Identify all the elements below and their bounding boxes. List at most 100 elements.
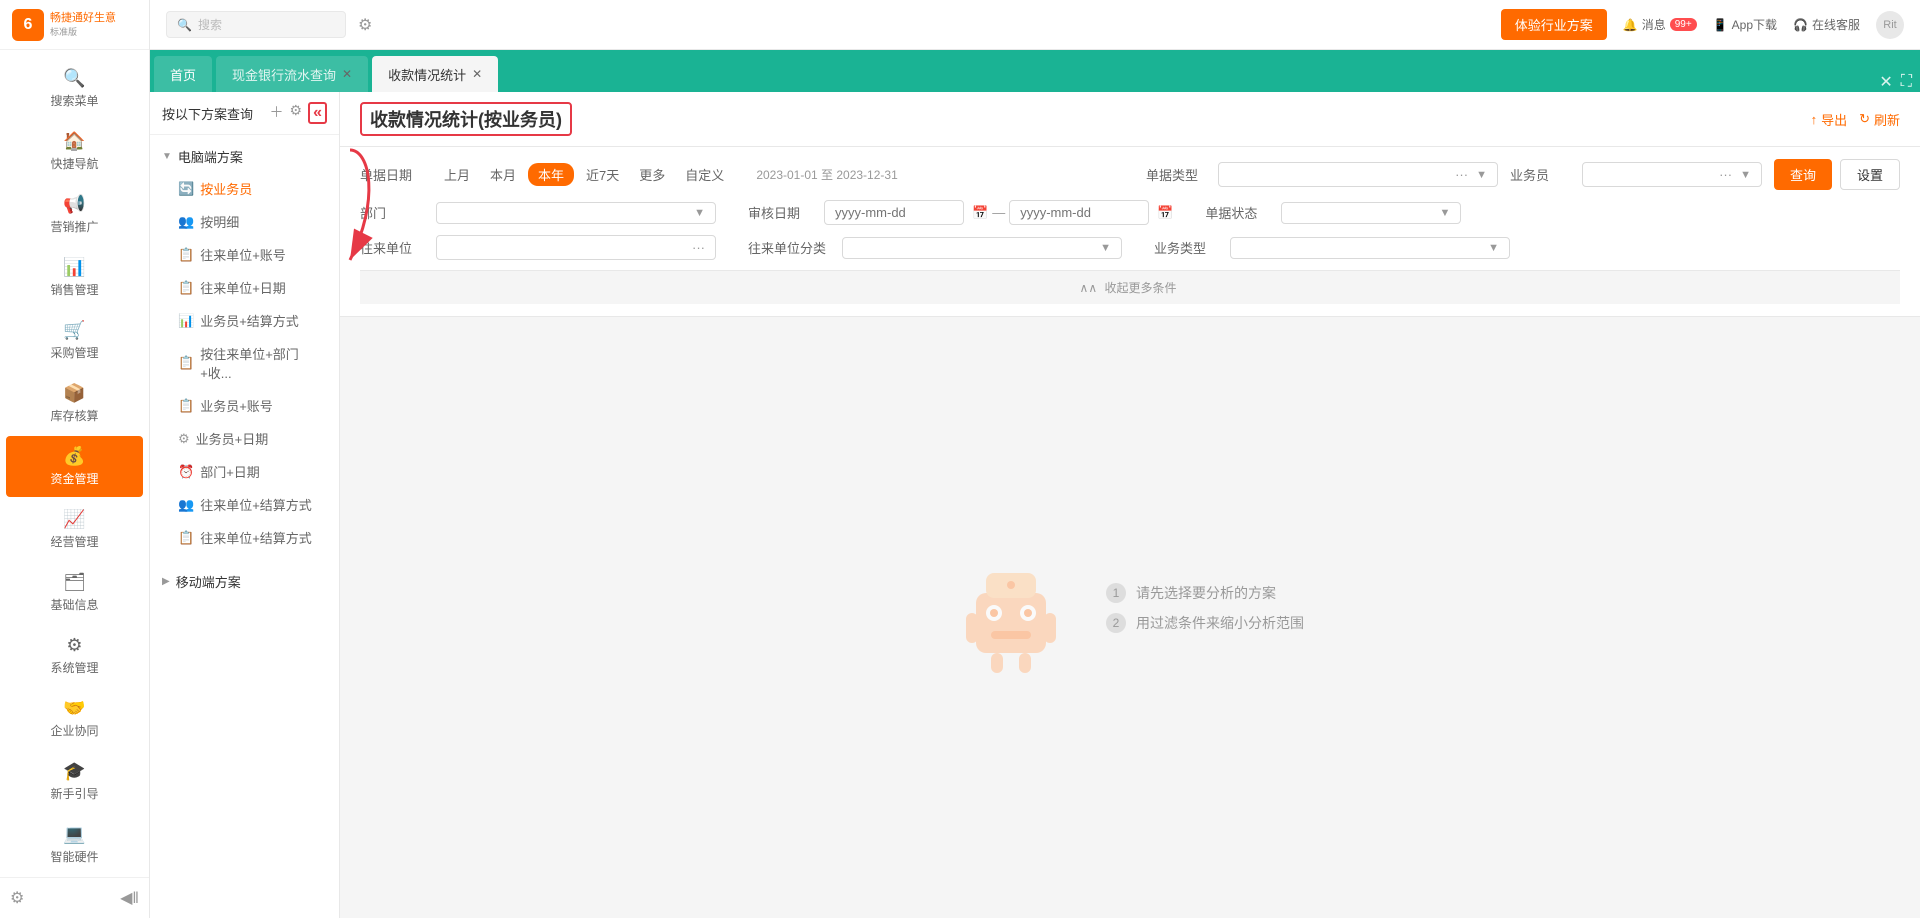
tab-receipt-close[interactable]: ✕ [472,67,482,81]
add-scheme-btn[interactable]: ＋ [270,102,284,124]
date-tab-this-year[interactable]: 本年 [528,163,574,186]
sidebar-item-finance[interactable]: 💰 资金管理 [6,436,143,497]
date-tab-more[interactable]: 更多 [631,163,673,186]
sidebar-item-inventory[interactable]: 📦 库存核算 [6,373,143,434]
sidebar-item-operation[interactable]: 📈 经营管理 [6,499,143,560]
sidebar-nav: 🔍 搜索菜单 🏠 快捷导航 📢 营销推广 📊 销售管理 🛒 采购管理 📦 库存核… [0,50,149,877]
finance-nav-icon: 💰 [63,446,85,467]
user-avatar[interactable]: Rit [1876,11,1904,39]
basic-nav-icon: 🗂 [63,572,86,593]
tab-home[interactable]: 首页 [154,56,212,92]
bill-status-arrow: ▼ [1439,207,1450,219]
inventory-nav-label: 库存核算 [50,407,98,424]
sidebar-item-sales[interactable]: 📊 销售管理 [6,247,143,308]
tab-expand-btn[interactable]: ⛶ [1901,73,1912,91]
date-tabs: 上月 本月 本年 近7天 更多 自定义 [436,163,732,186]
dept-select[interactable]: ▼ [436,202,716,224]
scheme-item-dept-date[interactable]: ⏰ 部门+日期 [150,455,339,488]
scheme-icon-unit-settle1: 👥 [178,497,194,513]
shortcut-nav-icon: 🏠 [63,131,85,152]
partner-more-icon[interactable]: ··· [692,240,705,255]
scheme-icon-salesperson-date: ⚙ [178,431,190,447]
partner-category-select[interactable]: ▼ [842,237,1122,259]
trial-button[interactable]: 体验行业方案 [1501,9,1607,40]
page-header: 收款情况统计(按业务员) ↑ 导出 ↻ 刷新 [340,92,1920,147]
scheme-settings-btn[interactable]: ⚙ [290,102,303,124]
step-2-label: 用过滤条件来缩小分析范围 [1136,613,1304,633]
sidebar-item-enterprise[interactable]: 🤝 企业协同 [6,688,143,749]
salesperson-more-icon[interactable]: ··· [1719,167,1732,182]
sidebar-item-guide[interactable]: 🎓 新手引导 [6,751,143,812]
tab-receipt[interactable]: 收款情况统计 ✕ [372,56,498,92]
tab-bank[interactable]: 现金银行流水查询 ✕ [216,56,368,92]
empty-step-2: 2 用过滤条件来缩小分析范围 [1106,613,1304,633]
review-date-from[interactable] [824,200,964,225]
purchase-nav-label: 采购管理 [50,344,98,361]
scheme-item-unit-date[interactable]: 📋 往来单位+日期 [150,271,339,304]
review-date-to[interactable] [1009,200,1149,225]
scheme-item-salesperson-settle[interactable]: 📊 业务员+结算方式 [150,304,339,337]
scheme-item-unit-account[interactable]: 📋 往来单位+账号 [150,238,339,271]
scheme-item-salesperson-date[interactable]: ⚙ 业务员+日期 [150,422,339,455]
dept-arrow: ▼ [694,207,705,219]
salesperson-arrow: ▼ [1740,169,1751,181]
app-badge: 标准版 [50,25,116,38]
sidebar-item-hardware[interactable]: 💻 智能硬件 [6,814,143,875]
settings-button[interactable]: 设置 [1840,159,1900,190]
empty-step-1: 1 请先选择要分析的方案 [1106,583,1304,603]
topbar-settings-icon[interactable]: ⚙ [358,15,372,35]
scheme-item-salesperson[interactable]: 🔄 按业务员 [150,172,339,205]
tab-bank-close[interactable]: ✕ [342,67,352,81]
tab-close-all-btn[interactable]: ✕ [1879,72,1892,92]
scheme-group-mobile: ▶ 移动端方案 [150,560,339,603]
date-tab-this-month[interactable]: 本月 [482,163,524,186]
scheme-group-desktop-header[interactable]: ▼ 电脑端方案 [150,141,339,172]
date-label: 单据日期 [360,165,420,184]
scheme-item-salesperson-acct[interactable]: 📋 业务员+账号 [150,389,339,422]
calendar-icon-from[interactable]: 📅 [972,205,988,221]
date-tab-last-7[interactable]: 近7天 [578,163,627,186]
sidebar-item-shortcut[interactable]: 🏠 快捷导航 [6,121,143,182]
export-btn[interactable]: ↑ 导出 [1811,110,1848,129]
type-more-icon[interactable]: ··· [1455,167,1468,182]
scheme-group-mobile-header[interactable]: ▶ 移动端方案 [150,566,339,597]
type-select[interactable]: ··· ▼ [1218,162,1498,187]
business-type-select[interactable]: ▼ [1230,237,1510,259]
download-icon: 📱 [1713,18,1728,32]
scheme-label-detail: 按明细 [200,212,239,231]
filter-area: 单据日期 上月 本月 本年 近7天 更多 自定义 2023-01-01 至 20… [340,147,1920,317]
date-tab-last-month[interactable]: 上月 [436,163,478,186]
refresh-btn[interactable]: ↻ 刷新 [1859,110,1900,129]
partner-label: 往来单位 [360,238,420,257]
app-download-btn[interactable]: 📱 App下载 [1713,16,1777,33]
collapse-panel-btn[interactable]: « [308,102,327,124]
sidebar-item-system[interactable]: ⚙ 系统管理 [6,625,143,686]
scheme-item-unit-settle2[interactable]: 📋 往来单位+结算方式 [150,521,339,554]
sidebar-item-basic[interactable]: 🗂 基础信息 [6,562,143,623]
salesperson-select[interactable]: ··· ▼ [1582,162,1762,187]
partner-select[interactable]: ··· [436,235,716,260]
step-num-1: 1 [1106,583,1126,603]
notification-btn[interactable]: 🔔 消息 99+ [1623,16,1697,33]
logo-icon: 6 [12,9,44,41]
scheme-item-unit-settle1[interactable]: 👥 往来单位+结算方式 [150,488,339,521]
step-1-label: 请先选择要分析的方案 [1136,583,1276,603]
settings-icon[interactable]: ⚙ [10,888,24,908]
scheme-item-detail[interactable]: 👥 按明细 [150,205,339,238]
scheme-item-unit-dept[interactable]: 📋 按往来单位+部门+收... [150,337,339,389]
bill-status-select[interactable]: ▼ [1281,202,1461,224]
collapse-sidebar-icon[interactable]: ◀‖ [120,888,139,908]
type-label: 单据类型 [1146,165,1206,184]
date-tab-custom[interactable]: 自定义 [677,163,732,186]
sidebar-item-marketing[interactable]: 📢 营销推广 [6,184,143,245]
action-btns: 查询 设置 [1774,159,1900,190]
collapse-bar[interactable]: ∧∧ 收起更多条件 [360,270,1900,304]
sidebar-item-purchase[interactable]: 🛒 采购管理 [6,310,143,371]
top-search-box[interactable]: 🔍 搜索 [166,11,346,38]
sidebar-item-search[interactable]: 🔍 搜索菜单 [6,58,143,119]
filter-row-3: 往来单位 ··· 往来单位分类 ▼ 业务类型 [360,235,1900,260]
scheme-group-desktop: ▼ 电脑端方案 🔄 按业务员 👥 按明细 📋 往来单位+账号 [150,135,339,560]
online-service-btn[interactable]: 🎧 在线客服 [1793,16,1860,33]
calendar-icon-to[interactable]: 📅 [1157,205,1173,221]
query-button[interactable]: 查询 [1774,159,1832,190]
